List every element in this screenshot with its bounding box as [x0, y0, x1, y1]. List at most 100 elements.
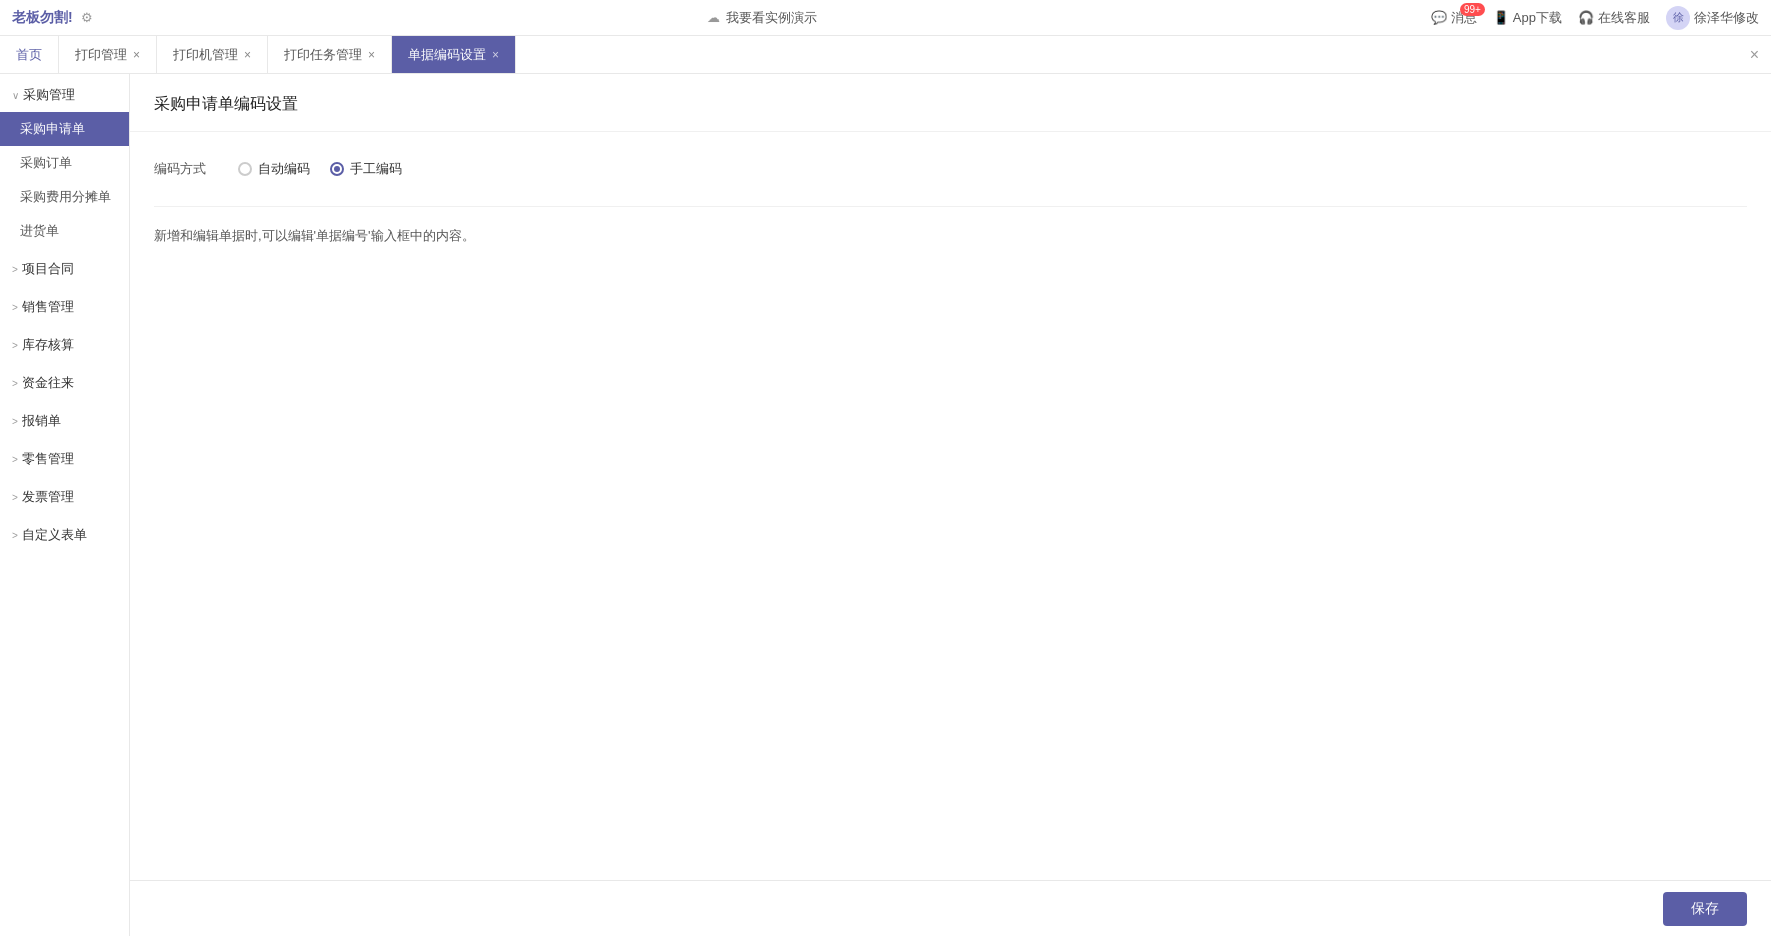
tab-printer-mgmt-close[interactable]: ×: [244, 48, 251, 62]
demo-text[interactable]: 我要看实例演示: [726, 9, 817, 27]
tab-print-mgmt[interactable]: 打印管理 ×: [59, 36, 157, 73]
top-bar-left: 老板勿割! ⚙: [12, 9, 93, 27]
main-layout: ∨ 采购管理 采购申请单 采购订单 采购费用分摊单 进货单 > 项目合同: [0, 74, 1771, 936]
radio-manual[interactable]: 手工编码: [330, 160, 402, 178]
username: 徐泽华修改: [1694, 9, 1759, 27]
sidebar-group-finance-label: 资金往来: [22, 374, 74, 392]
encoding-mode-label: 编码方式: [154, 160, 214, 178]
sidebar-group-sales-title[interactable]: > 销售管理: [0, 290, 129, 324]
radio-auto-label: 自动编码: [258, 160, 310, 178]
arrow-right-icon7: >: [12, 492, 18, 503]
tab-print-task-label: 打印任务管理: [284, 46, 362, 64]
sidebar-group-retail-label: 零售管理: [22, 450, 74, 468]
radio-manual-label: 手工编码: [350, 160, 402, 178]
sidebar-item-purchase-request[interactable]: 采购申请单: [0, 112, 129, 146]
online-service-label: 在线客服: [1598, 9, 1650, 27]
message-button[interactable]: 💬 消息 99+: [1431, 9, 1477, 27]
tab-home-label: 首页: [16, 46, 42, 64]
app-download-label: App下载: [1513, 9, 1562, 27]
arrow-right-icon5: >: [12, 416, 18, 427]
radio-manual-circle: [330, 162, 344, 176]
tab-print-mgmt-label: 打印管理: [75, 46, 127, 64]
tab-printer-mgmt-label: 打印机管理: [173, 46, 238, 64]
arrow-right-icon2: >: [12, 302, 18, 313]
sidebar-item-stock-in[interactable]: 进货单: [0, 214, 129, 248]
message-icon: 💬: [1431, 10, 1447, 25]
content-header: 采购申请单编码设置: [130, 74, 1771, 132]
tab-printer-mgmt[interactable]: 打印机管理 ×: [157, 36, 268, 73]
arrow-right-icon4: >: [12, 378, 18, 389]
sidebar-item-stock-in-label: 进货单: [20, 223, 59, 238]
sidebar-group-inventory-title[interactable]: > 库存核算: [0, 328, 129, 362]
sidebar-group-procurement-label: 采购管理: [23, 86, 75, 104]
headset-icon: 🎧: [1578, 10, 1594, 25]
sidebar-group-invoice-label: 发票管理: [22, 488, 74, 506]
sidebar-group-inventory-label: 库存核算: [22, 336, 74, 354]
form-divider: [154, 206, 1747, 207]
sidebar-item-purchase-expense[interactable]: 采购费用分摊单: [0, 180, 129, 214]
sidebar-group-retail-title[interactable]: > 零售管理: [0, 442, 129, 476]
sidebar-group-inventory: > 库存核算: [0, 328, 129, 362]
sidebar-group-custom-form-label: 自定义表单: [22, 526, 87, 544]
tab-home[interactable]: 首页: [0, 36, 59, 73]
sidebar-group-project: > 项目合同: [0, 252, 129, 286]
sidebar-group-invoice: > 发票管理: [0, 480, 129, 514]
arrow-right-icon6: >: [12, 454, 18, 465]
app-download-icon: 📱: [1493, 10, 1509, 25]
sidebar-group-custom-form-title[interactable]: > 自定义表单: [0, 518, 129, 552]
sidebar-item-purchase-order-label: 采购订单: [20, 155, 72, 170]
online-service-button[interactable]: 🎧 在线客服: [1578, 9, 1650, 27]
sidebar-group-project-label: 项目合同: [22, 260, 74, 278]
tab-bar: 首页 打印管理 × 打印机管理 × 打印任务管理 × 单据编码设置 × ×: [0, 36, 1771, 74]
sidebar-item-purchase-request-label: 采购申请单: [20, 121, 85, 136]
content-footer: 保存: [130, 880, 1771, 936]
tab-print-mgmt-close[interactable]: ×: [133, 48, 140, 62]
arrow-down-icon: ∨: [12, 90, 19, 101]
radio-auto-circle: [238, 162, 252, 176]
encoding-mode-row: 编码方式 自动编码 手工编码: [154, 152, 1747, 186]
tab-code-setting[interactable]: 单据编码设置 ×: [392, 36, 516, 73]
sidebar-group-retail: > 零售管理: [0, 442, 129, 476]
top-bar-right: 💬 消息 99+ 📱 App下载 🎧 在线客服 徐 徐泽华修改: [1431, 6, 1759, 30]
cloud-icon: ☁: [707, 10, 720, 25]
hint-text: 新增和编辑单据时,可以编辑'单据编号'输入框中的内容。: [154, 227, 1747, 245]
tab-print-task-close[interactable]: ×: [368, 48, 375, 62]
sidebar-group-sales-label: 销售管理: [22, 298, 74, 316]
encoding-form: 编码方式 自动编码 手工编码 新增和编辑单据时,可以编辑'单据编号'输入框中的内…: [130, 132, 1771, 880]
sidebar-group-procurement-title[interactable]: ∨ 采购管理: [0, 78, 129, 112]
user-profile-button[interactable]: 徐 徐泽华修改: [1666, 6, 1759, 30]
content-area: 采购申请单编码设置 编码方式 自动编码 手工编码: [130, 74, 1771, 936]
sidebar-group-reimbursement-title[interactable]: > 报销单: [0, 404, 129, 438]
top-bar: 老板勿割! ⚙ ☁ 我要看实例演示 💬 消息 99+ 📱 App下载 🎧 在线客…: [0, 0, 1771, 36]
sidebar-item-purchase-order[interactable]: 采购订单: [0, 146, 129, 180]
arrow-right-icon3: >: [12, 340, 18, 351]
arrow-right-icon: >: [12, 264, 18, 275]
content-panel: 采购申请单编码设置 编码方式 自动编码 手工编码: [130, 74, 1771, 936]
sidebar: ∨ 采购管理 采购申请单 采购订单 采购费用分摊单 进货单 > 项目合同: [0, 74, 130, 936]
page-title: 采购申请单编码设置: [154, 94, 1747, 115]
tab-code-setting-close[interactable]: ×: [492, 48, 499, 62]
sidebar-group-finance: > 资金往来: [0, 366, 129, 400]
arrow-right-icon8: >: [12, 530, 18, 541]
top-bar-center: ☁ 我要看实例演示: [707, 9, 817, 27]
app-logo: 老板勿割!: [12, 9, 73, 27]
sidebar-group-project-title[interactable]: > 项目合同: [0, 252, 129, 286]
radio-auto[interactable]: 自动编码: [238, 160, 310, 178]
tab-print-task[interactable]: 打印任务管理 ×: [268, 36, 392, 73]
tab-bar-close-all[interactable]: ×: [1738, 36, 1771, 73]
app-download-button[interactable]: 📱 App下载: [1493, 9, 1562, 27]
save-button[interactable]: 保存: [1663, 892, 1747, 926]
tab-code-setting-label: 单据编码设置: [408, 46, 486, 64]
sidebar-group-invoice-title[interactable]: > 发票管理: [0, 480, 129, 514]
settings-icon[interactable]: ⚙: [81, 10, 93, 25]
radio-group: 自动编码 手工编码: [238, 160, 402, 178]
sidebar-group-procurement: ∨ 采购管理 采购申请单 采购订单 采购费用分摊单 进货单: [0, 78, 129, 248]
sidebar-group-reimbursement-label: 报销单: [22, 412, 61, 430]
sidebar-group-sales: > 销售管理: [0, 290, 129, 324]
message-badge: 99+: [1460, 3, 1485, 16]
sidebar-group-reimbursement: > 报销单: [0, 404, 129, 438]
sidebar-item-purchase-expense-label: 采购费用分摊单: [20, 189, 111, 204]
sidebar-group-finance-title[interactable]: > 资金往来: [0, 366, 129, 400]
avatar: 徐: [1666, 6, 1690, 30]
sidebar-group-custom-form: > 自定义表单: [0, 518, 129, 552]
